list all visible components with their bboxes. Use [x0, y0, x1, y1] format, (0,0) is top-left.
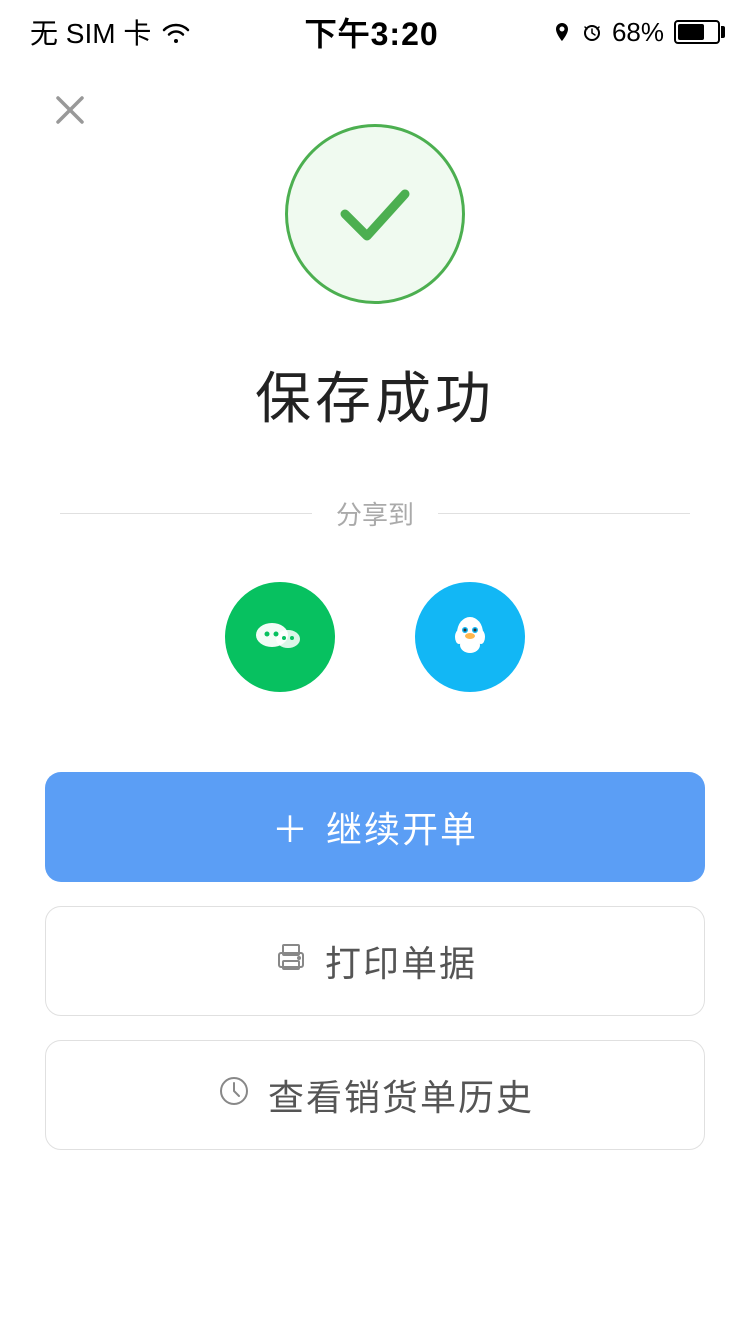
- battery-icon: [674, 20, 720, 44]
- main-content: 保存成功 分享到: [0, 64, 750, 1150]
- wechat-share-button[interactable]: [225, 582, 335, 692]
- wechat-icon: [250, 607, 310, 667]
- alarm-icon: [582, 22, 602, 42]
- status-time: 下午3:20: [305, 9, 439, 55]
- status-carrier: 无 SIM 卡: [30, 12, 191, 52]
- qq-icon: [440, 607, 500, 667]
- share-row: [225, 582, 525, 692]
- history-icon: [216, 1073, 252, 1118]
- plus-icon: ＋: [272, 801, 310, 853]
- print-button[interactable]: 打印单据: [45, 906, 705, 1016]
- wifi-icon: [161, 21, 191, 43]
- history-label: 查看销货单历史: [268, 1069, 534, 1121]
- status-bar: 无 SIM 卡 下午3:20 68%: [0, 0, 750, 64]
- continue-button[interactable]: ＋ 继续开单: [45, 772, 705, 882]
- qq-share-button[interactable]: [415, 582, 525, 692]
- status-right: 68%: [552, 17, 720, 48]
- history-button[interactable]: 查看销货单历史: [45, 1040, 705, 1150]
- print-icon: [273, 939, 309, 984]
- divider-left: [60, 513, 312, 514]
- success-title: 保存成功: [255, 354, 495, 435]
- continue-label: 继续开单: [326, 801, 478, 853]
- print-label: 打印单据: [325, 935, 477, 987]
- checkmark-icon: [330, 169, 420, 259]
- share-divider: 分享到: [0, 495, 750, 532]
- close-button[interactable]: [40, 80, 100, 140]
- success-icon-circle: [285, 124, 465, 304]
- location-icon: [552, 22, 572, 42]
- divider-right: [438, 513, 690, 514]
- action-buttons: ＋ 继续开单 打印单据 查看销货单历史: [45, 772, 705, 1150]
- share-label: 分享到: [312, 495, 438, 532]
- battery-percent: 68%: [612, 17, 664, 48]
